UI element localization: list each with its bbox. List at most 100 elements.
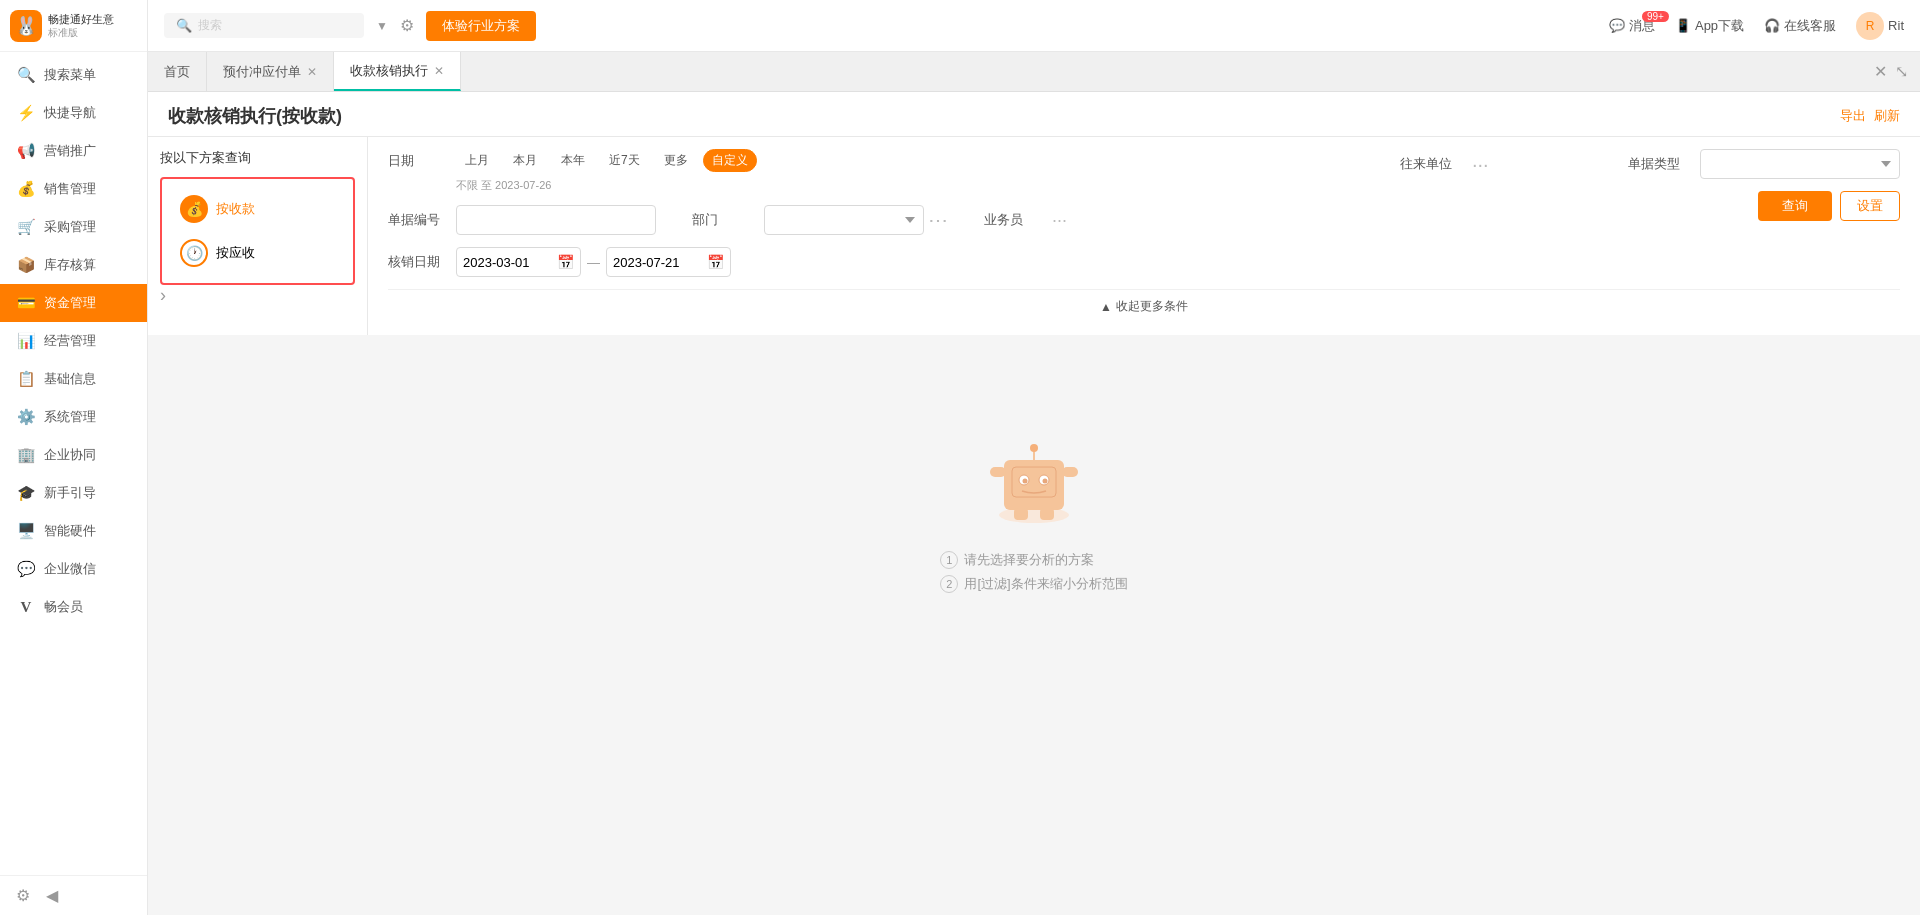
tabbar-actions: ✕ ⤡ [1874,62,1920,81]
verify-date-start-input[interactable] [463,255,553,270]
trial-btn[interactable]: 体验行业方案 [426,11,536,41]
app-logo-icon: 🐰 [10,10,42,42]
tab-receivable-write-off[interactable]: 收款核销执行 ✕ [334,52,461,91]
app-edition: 标准版 [48,26,114,39]
page-actions: 导出 刷新 [1840,107,1900,125]
doc-no-label: 单据编号 [388,211,444,229]
verify-date-end-input[interactable] [613,255,703,270]
svg-rect-9 [990,467,1006,477]
partner-input-dots[interactable]: ··· [1472,153,1489,176]
sidebar-item-system[interactable]: ⚙️ 系统管理 [0,398,147,436]
user-info[interactable]: R Rit [1856,12,1904,40]
topbar-dropdown-arrow[interactable]: ▼ [376,19,388,33]
sidebar-item-quick-nav[interactable]: ⚡ 快捷导航 [0,94,147,132]
filter-partner-row: 往来单位 ··· 单据类型 [1400,149,1900,179]
empty-tips: 1 请先选择要分析的方案 2 用[过滤]条件来缩小分析范围 [940,551,1127,599]
tab-close-all-icon[interactable]: ✕ [1874,62,1887,81]
purchase-icon: 🛒 [16,218,36,236]
sidebar-item-operation[interactable]: 📊 经营管理 [0,322,147,360]
finance-icon: 💳 [16,294,36,312]
app-name: 畅捷通好生意 [48,12,114,26]
sidebar-item-sales[interactable]: 💰 销售管理 [0,170,147,208]
by-receipt-icon: 💰 [180,195,208,223]
sidebar-item-member[interactable]: V 畅会员 [0,588,147,626]
verify-date-end-wrap: 📅 [606,247,731,277]
export-btn[interactable]: 导出 [1840,107,1866,125]
dept-dropdown-icon[interactable]: ⋯ [928,210,948,230]
date-label: 日期 [388,152,444,170]
sidebar-settings-icon[interactable]: ⚙ [16,886,30,905]
inventory-icon: 📦 [16,256,36,274]
page-header: 收款核销执行(按收款) 导出 刷新 [148,92,1920,137]
search-icon: 🔍 [176,18,192,33]
sidebar-item-finance[interactable]: 💳 资金管理 [0,284,147,322]
guide-icon: 🎓 [16,484,36,502]
sidebar-item-marketing[interactable]: 📢 营销推广 [0,132,147,170]
query-item-by-receipt[interactable]: 💰 按收款 [170,187,345,231]
setting-btn[interactable]: 设置 [1840,191,1900,221]
collapse-more-btn[interactable]: ▲ 收起更多条件 [388,289,1900,323]
user-avatar: R [1856,12,1884,40]
date-btn-more[interactable]: 更多 [655,149,697,172]
sidebar-item-hardware[interactable]: 🖥️ 智能硬件 [0,512,147,550]
topbar: 🔍 搜索 ▼ ⚙ 体验行业方案 💬 消息 99+ 📱 App下载 🎧 在线客服 … [148,0,1920,52]
svg-rect-11 [1014,508,1028,520]
tab-home[interactable]: 首页 [148,52,207,91]
sidebar-nav: 🔍 搜索菜单 ⚡ 快捷导航 📢 营销推广 💰 销售管理 🛒 采购管理 📦 库存核… [0,52,147,875]
filter-area: 按以下方案查询 💰 按收款 🕐 按应收 › [148,137,1920,335]
main-content: 🔍 搜索 ▼ ⚙ 体验行业方案 💬 消息 99+ 📱 App下载 🎧 在线客服 … [148,0,1920,915]
operation-icon: 📊 [16,332,36,350]
query-panel: 按以下方案查询 💰 按收款 🕐 按应收 › [148,137,368,335]
date-btn-this-year[interactable]: 本年 [552,149,594,172]
sidebar-item-inventory[interactable]: 📦 库存核算 [0,246,147,284]
sidebar-item-enterprise[interactable]: 🏢 企业协同 [0,436,147,474]
online-service[interactable]: 🎧 在线客服 [1764,17,1836,35]
app-icon: 📱 [1675,18,1691,33]
topbar-search[interactable]: 🔍 搜索 [164,13,364,38]
message-badge[interactable]: 💬 消息 99+ [1609,17,1655,35]
query-item-by-receivable[interactable]: 🕐 按应收 [170,231,345,275]
enterprise-icon: 🏢 [16,446,36,464]
tab-expand-icon[interactable]: ⤡ [1895,62,1908,81]
topbar-gear-icon[interactable]: ⚙ [400,16,414,35]
staff-label: 业务员 [984,211,1040,229]
tab-prepay[interactable]: 预付冲应付单 ✕ [207,52,334,91]
sidebar-logo: 🐰 畅捷通好生意 标准版 [0,0,147,52]
sidebar-collapse-icon[interactable]: ◀ [46,886,58,905]
by-receivable-icon: 🕐 [180,239,208,267]
svg-point-5 [1023,479,1028,484]
sidebar-item-search-menu[interactable]: 🔍 搜索菜单 [0,56,147,94]
collapse-up-icon: ▲ [1100,300,1112,314]
date-btn-custom[interactable]: 自定义 [703,149,757,172]
doc-no-input[interactable] [456,205,656,235]
query-panel-box: 💰 按收款 🕐 按应收 [160,177,355,285]
empty-illustration [974,415,1094,535]
empty-state: 1 请先选择要分析的方案 2 用[过滤]条件来缩小分析范围 [148,335,1920,679]
tab-receivable-close[interactable]: ✕ [434,64,444,78]
verify-date-start-cal-icon[interactable]: 📅 [557,254,574,270]
panel-collapse-arrow[interactable]: › [160,285,166,305]
date-btn-this-month[interactable]: 本月 [504,149,546,172]
date-btn-last-7-days[interactable]: 近7天 [600,149,649,172]
verify-date-end-cal-icon[interactable]: 📅 [707,254,724,270]
query-btn[interactable]: 查询 [1758,191,1832,221]
date-range-dash: — [587,255,600,270]
doc-type-select[interactable] [1700,149,1900,179]
verify-date-start-wrap: 📅 [456,247,581,277]
dept-select[interactable] [764,205,924,235]
refresh-btn[interactable]: 刷新 [1874,107,1900,125]
tab-prepay-close[interactable]: ✕ [307,65,317,79]
sidebar-item-purchase[interactable]: 🛒 采购管理 [0,208,147,246]
sidebar-item-wechat[interactable]: 💬 企业微信 [0,550,147,588]
sidebar-item-basic[interactable]: 📋 基础信息 [0,360,147,398]
staff-input-dots[interactable]: ··· [1052,210,1067,231]
topbar-right: 💬 消息 99+ 📱 App下载 🎧 在线客服 R Rit [1609,12,1904,40]
app-download[interactable]: 📱 App下载 [1675,17,1744,35]
system-icon: ⚙️ [16,408,36,426]
query-panel-title: 按以下方案查询 [160,149,355,167]
sidebar-item-guide[interactable]: 🎓 新手引导 [0,474,147,512]
message-icon: 💬 [1609,18,1625,33]
hardware-icon: 🖥️ [16,522,36,540]
date-btn-last-month[interactable]: 上月 [456,149,498,172]
service-icon: 🎧 [1764,18,1780,33]
